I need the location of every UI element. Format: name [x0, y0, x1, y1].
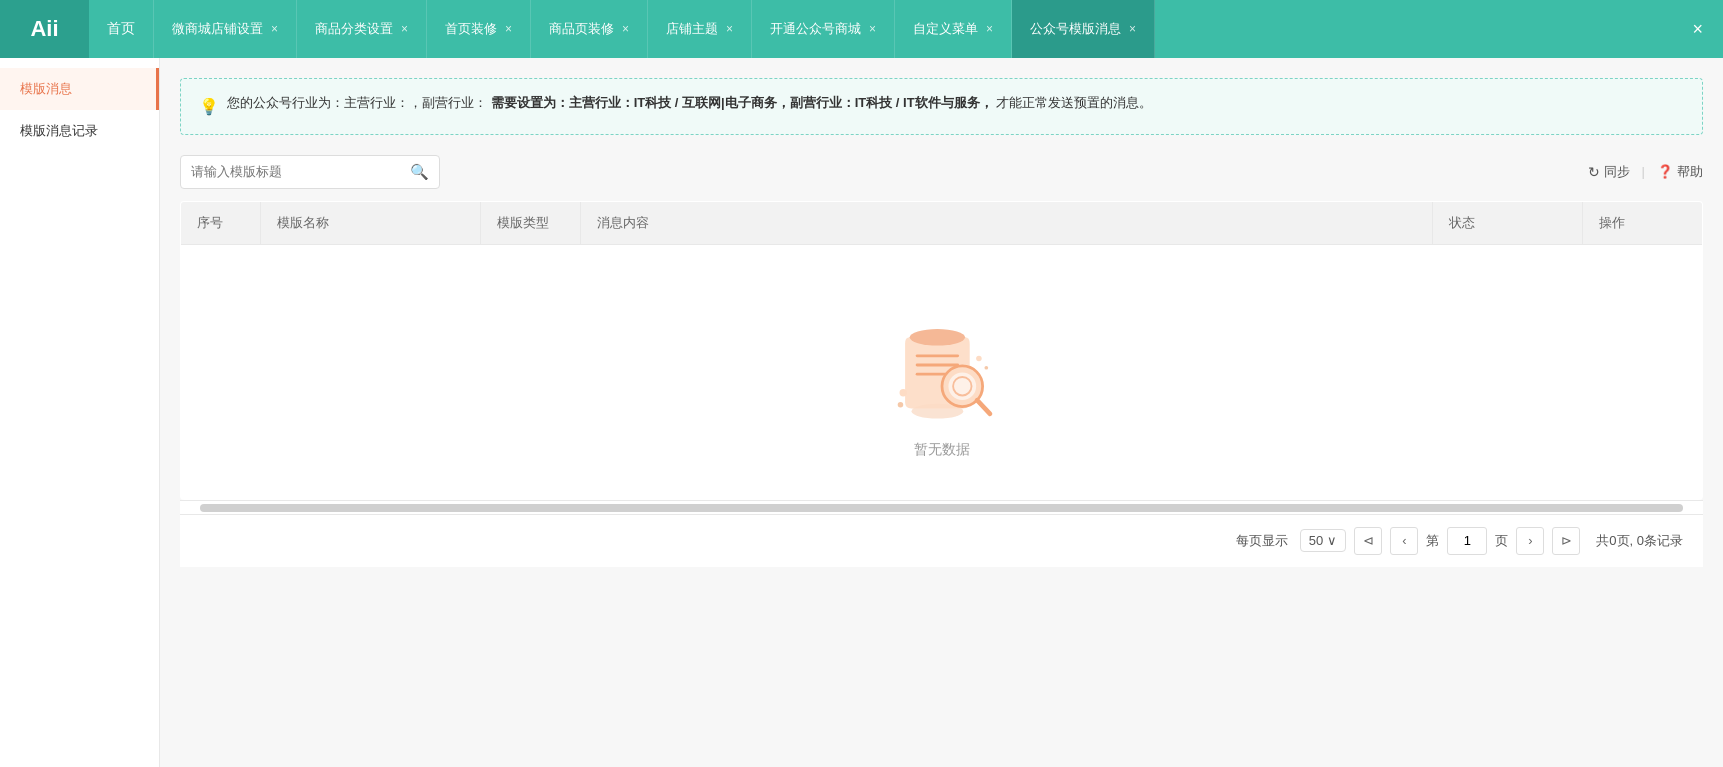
app-logo: Aii	[0, 0, 89, 58]
horizontal-scrollbar[interactable]	[180, 500, 1703, 514]
nav-tabs-container: 首页 微商城店铺设置 × 商品分类设置 × 首页装修 × 商品页装修 × 店铺主…	[89, 0, 1672, 58]
nav-tab-open-mall[interactable]: 开通公众号商城 ×	[752, 0, 895, 58]
close-tab-product-decor[interactable]: ×	[622, 22, 629, 36]
col-header-index: 序号	[181, 201, 261, 244]
notice-icon: 💡	[199, 94, 219, 120]
close-tab-home-decor[interactable]: ×	[505, 22, 512, 36]
empty-illustration	[882, 305, 1002, 425]
page-number-input[interactable]	[1447, 527, 1487, 555]
nav-tab-home[interactable]: 首页	[89, 0, 154, 58]
page-label-pre: 第	[1426, 532, 1439, 550]
empty-text: 暂无数据	[914, 441, 970, 459]
empty-state-row: 暂无数据	[181, 244, 1703, 499]
toolbar: 🔍 ↻ 同步 | ❓ 帮助	[180, 155, 1703, 189]
nav-tab-product-decor[interactable]: 商品页装修 ×	[531, 0, 648, 58]
svg-point-11	[976, 355, 982, 361]
close-tab-open-mall[interactable]: ×	[869, 22, 876, 36]
page-size-label: 每页显示	[1236, 532, 1288, 550]
page-label-post: 页	[1495, 532, 1508, 550]
svg-point-1	[909, 329, 964, 346]
last-page-button[interactable]: ⊳	[1552, 527, 1580, 555]
nav-tab-shop-theme[interactable]: 店铺主题 ×	[648, 0, 752, 58]
sidebar-item-template-msg[interactable]: 模版消息	[0, 68, 159, 110]
sidebar: 模版消息 模版消息记录	[0, 58, 160, 767]
search-input[interactable]	[191, 164, 410, 179]
svg-point-10	[897, 402, 903, 408]
close-tab-custom-menu[interactable]: ×	[986, 22, 993, 36]
toolbar-divider: |	[1642, 164, 1645, 179]
search-icon[interactable]: 🔍	[410, 163, 429, 181]
svg-point-12	[984, 366, 988, 370]
main-layout: 模版消息 模版消息记录 💡 您的公众号行业为：主营行业：，副营行业： 需要设置为…	[0, 58, 1723, 767]
svg-point-9	[899, 389, 906, 396]
col-header-action: 操作	[1583, 201, 1703, 244]
nav-tab-custom-menu[interactable]: 自定义菜单 ×	[895, 0, 1012, 58]
toolbar-right: ↻ 同步 | ❓ 帮助	[1588, 163, 1703, 181]
col-header-type: 模版类型	[481, 201, 581, 244]
close-tab-shop-settings[interactable]: ×	[271, 22, 278, 36]
prev-page-button[interactable]: ‹	[1390, 527, 1418, 555]
svg-line-7	[977, 400, 990, 414]
scrollbar-track	[200, 504, 1683, 512]
nav-tab-shop-settings[interactable]: 微商城店铺设置 ×	[154, 0, 297, 58]
first-page-button[interactable]: ⊲	[1354, 527, 1382, 555]
empty-state: 暂无数据	[181, 245, 1702, 499]
close-tab-category-settings[interactable]: ×	[401, 22, 408, 36]
help-button[interactable]: ❓ 帮助	[1657, 163, 1703, 181]
page-total: 共0页, 0条记录	[1596, 532, 1683, 550]
top-navigation: Aii 首页 微商城店铺设置 × 商品分类设置 × 首页装修 × 商品页装修 ×…	[0, 0, 1723, 58]
table-header-row: 序号 模版名称 模版类型 消息内容 状态 操作	[181, 201, 1703, 244]
col-header-content: 消息内容	[581, 201, 1433, 244]
col-header-name: 模版名称	[261, 201, 481, 244]
page-size-select[interactable]: 50 ∨	[1300, 529, 1346, 552]
data-table: 序号 模版名称 模版类型 消息内容 状态 操作	[180, 201, 1703, 500]
notice-box: 💡 您的公众号行业为：主营行业：，副营行业： 需要设置为：主营行业：IT科技 /…	[180, 78, 1703, 135]
close-tab-template-msg[interactable]: ×	[1129, 22, 1136, 36]
search-box: 🔍	[180, 155, 440, 189]
sidebar-item-template-record[interactable]: 模版消息记录	[0, 110, 159, 152]
sync-button[interactable]: ↻ 同步	[1588, 163, 1630, 181]
main-content: 💡 您的公众号行业为：主营行业：，副营行业： 需要设置为：主营行业：IT科技 /…	[160, 58, 1723, 767]
chevron-down-icon: ∨	[1327, 533, 1337, 548]
pagination: 每页显示 50 ∨ ⊲ ‹ 第 页 › ⊳ 共0页, 0条记录	[180, 514, 1703, 567]
close-all-tabs-button[interactable]: ×	[1672, 19, 1723, 40]
next-page-button[interactable]: ›	[1516, 527, 1544, 555]
nav-tab-category-settings[interactable]: 商品分类设置 ×	[297, 0, 427, 58]
close-tab-shop-theme[interactable]: ×	[726, 22, 733, 36]
nav-tab-template-msg[interactable]: 公众号模版消息 ×	[1012, 0, 1155, 58]
help-icon: ❓	[1657, 164, 1673, 179]
nav-tab-home-decor[interactable]: 首页装修 ×	[427, 0, 531, 58]
sync-icon: ↻	[1588, 164, 1600, 180]
col-header-status: 状态	[1433, 201, 1583, 244]
